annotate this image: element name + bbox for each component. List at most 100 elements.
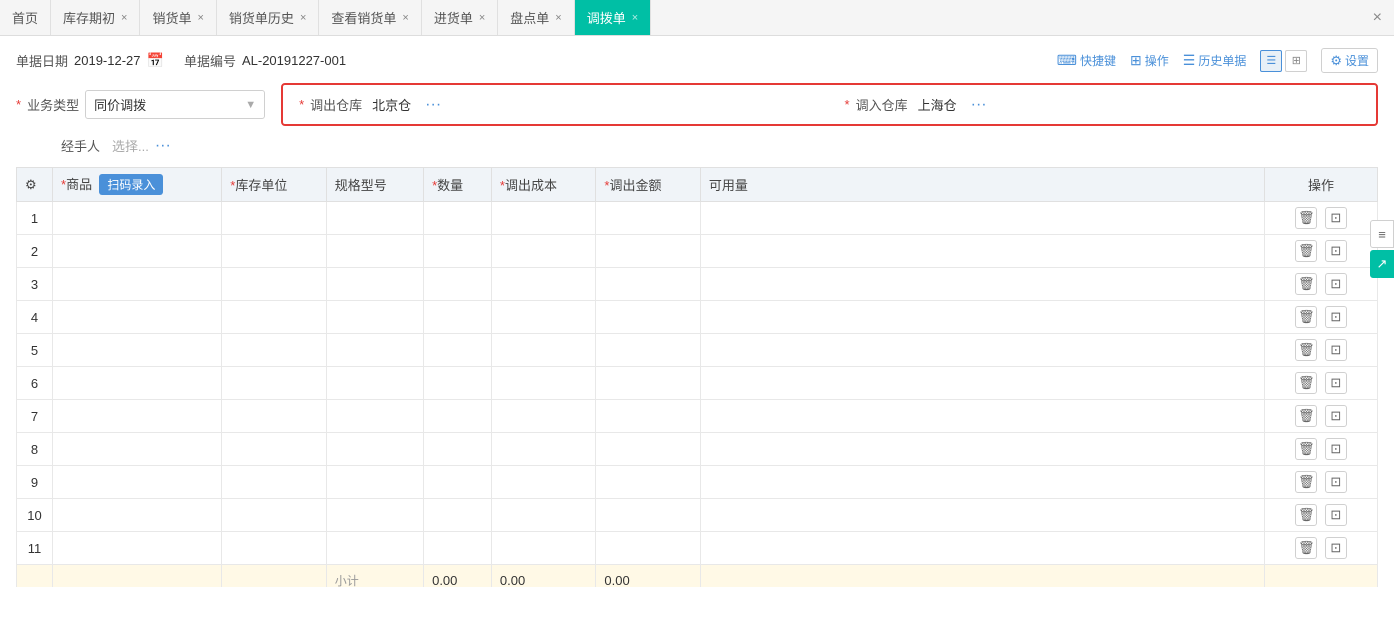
row-amount (596, 433, 700, 466)
row-available (700, 499, 1264, 532)
copy-icon[interactable]: ⊡ (1325, 306, 1347, 328)
delete-icon[interactable]: 🗑 (1295, 405, 1317, 427)
copy-icon[interactable]: ⊡ (1325, 372, 1347, 394)
close-all-tabs[interactable]: × (1361, 9, 1394, 27)
tab-sales-history[interactable]: 销货单历史 × (217, 0, 319, 35)
table-row: 8 🗑 ⊡ (17, 433, 1378, 466)
column-gear[interactable]: ⚙ (17, 168, 53, 202)
business-type-select[interactable]: 同价调拨 ▼ (85, 90, 265, 119)
gear-icon: ⚙ (1330, 53, 1342, 69)
row-available (700, 202, 1264, 235)
delete-icon[interactable]: 🗑 (1295, 504, 1317, 526)
tab-close-inventory-check[interactable]: × (555, 12, 561, 24)
scan-button[interactable]: 扫码录入 (99, 174, 163, 195)
subtotal-qty: 0.00 (424, 565, 492, 588)
shortcuts-button[interactable]: ⌨ 快捷键 (1057, 52, 1116, 69)
subtotal-empty2 (222, 565, 326, 588)
copy-icon[interactable]: ⊡ (1325, 504, 1347, 526)
subtotal-empty1 (53, 565, 222, 588)
handler-select[interactable]: 选择... (112, 136, 149, 155)
copy-icon[interactable]: ⊡ (1325, 273, 1347, 295)
settings-button[interactable]: ⚙ 设置 (1321, 48, 1378, 73)
delete-icon[interactable]: 🗑 (1295, 471, 1317, 493)
row-amount (596, 499, 700, 532)
row-qty (424, 334, 492, 367)
operations-button[interactable]: ⊞ 操作 (1130, 52, 1169, 69)
delete-icon[interactable]: 🗑 (1295, 306, 1317, 328)
row-spec (326, 499, 423, 532)
expand-icon: ↗ (1377, 256, 1388, 272)
row-spec (326, 268, 423, 301)
tab-close-sales-history[interactable]: × (300, 12, 306, 24)
copy-icon[interactable]: ⊡ (1325, 537, 1347, 559)
subtotal-label-text: 小计 (326, 565, 423, 588)
warehouse-out-more[interactable]: ··· (425, 96, 441, 114)
right-panel: ≡ ↗ (1370, 220, 1394, 278)
delete-icon[interactable]: 🗑 (1295, 438, 1317, 460)
subtotal-available (700, 565, 1264, 588)
row-num: 1 (17, 202, 53, 235)
warehouse-in-more[interactable]: ··· (971, 96, 987, 114)
delete-icon[interactable]: 🗑 (1295, 372, 1317, 394)
copy-icon[interactable]: ⊡ (1325, 471, 1347, 493)
row-unit (222, 301, 326, 334)
row-cost (491, 466, 595, 499)
column-product: *商品 扫码录入 (53, 168, 222, 202)
row-qty (424, 301, 492, 334)
row-qty (424, 202, 492, 235)
row-action: 🗑 ⊡ (1265, 334, 1378, 367)
tab-view-sales[interactable]: 查看销货单 × (319, 0, 421, 35)
tab-close-purchase[interactable]: × (479, 12, 485, 24)
tab-purchase[interactable]: 进货单 × (422, 0, 498, 35)
calendar-icon[interactable]: 📅 (147, 52, 164, 69)
table-row: 6 🗑 ⊡ (17, 367, 1378, 400)
tab-inventory-init[interactable]: 库存期初 × (51, 0, 140, 35)
copy-icon[interactable]: ⊡ (1325, 207, 1347, 229)
row-cost (491, 367, 595, 400)
tab-home[interactable]: 首页 (0, 0, 51, 35)
row-action: 🗑 ⊡ (1265, 301, 1378, 334)
delete-icon[interactable]: 🗑 (1295, 273, 1317, 295)
tab-close-sales-order[interactable]: × (197, 12, 203, 24)
row-amount (596, 235, 700, 268)
delete-icon[interactable]: 🗑 (1295, 240, 1317, 262)
row-action: 🗑 ⊡ (1265, 400, 1378, 433)
row-num: 2 (17, 235, 53, 268)
tab-close-inventory-init[interactable]: × (121, 12, 127, 24)
column-available: 可用量 (700, 168, 1264, 202)
copy-icon[interactable]: ⊡ (1325, 438, 1347, 460)
delete-icon[interactable]: 🗑 (1295, 339, 1317, 361)
row-cost (491, 301, 595, 334)
panel-expand-btn[interactable]: ↗ (1370, 250, 1394, 278)
tab-transfer[interactable]: 调拨单 × (575, 0, 651, 35)
row-spec (326, 202, 423, 235)
view-toggle-list[interactable]: ☰ (1260, 50, 1282, 72)
row-spec (326, 334, 423, 367)
table-row: 4 🗑 ⊡ (17, 301, 1378, 334)
delete-icon[interactable]: 🗑 (1295, 207, 1317, 229)
row-available (700, 532, 1264, 565)
row-product (53, 466, 222, 499)
view-toggle-grid[interactable]: ⊞ (1285, 50, 1307, 72)
panel-doc-btn[interactable]: ≡ (1370, 220, 1394, 248)
tab-close-transfer[interactable]: × (632, 12, 638, 24)
handler-more[interactable]: ··· (155, 137, 171, 155)
copy-icon[interactable]: ⊡ (1325, 240, 1347, 262)
row-product (53, 433, 222, 466)
table-row: 3 🗑 ⊡ (17, 268, 1378, 301)
row-unit (222, 235, 326, 268)
column-cost: *调出成本 (491, 168, 595, 202)
row-cost (491, 532, 595, 565)
row-action: 🗑 ⊡ (1265, 433, 1378, 466)
copy-icon[interactable]: ⊡ (1325, 405, 1347, 427)
copy-icon[interactable]: ⊡ (1325, 339, 1347, 361)
tab-close-view-sales[interactable]: × (402, 12, 408, 24)
delete-icon[interactable]: 🗑 (1295, 537, 1317, 559)
row-cost (491, 235, 595, 268)
row-product (53, 532, 222, 565)
history-button[interactable]: ☰ 历史单据 (1183, 52, 1247, 69)
row-available (700, 367, 1264, 400)
tab-inventory-check[interactable]: 盘点单 × (498, 0, 574, 35)
table-row: 1 🗑 ⊡ (17, 202, 1378, 235)
tab-sales-order[interactable]: 销货单 × (140, 0, 216, 35)
